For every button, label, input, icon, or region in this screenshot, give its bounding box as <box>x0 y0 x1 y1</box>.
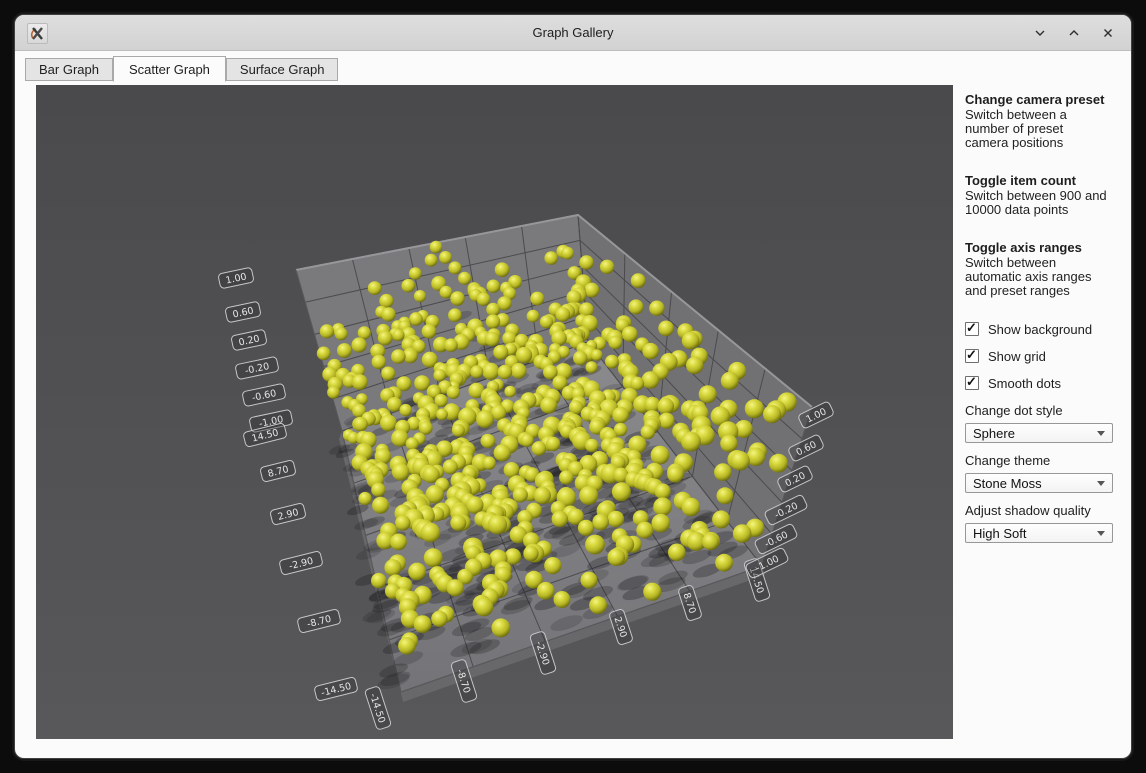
checkbox-group: ✓ Show background ✓ Show grid ✓ Smooth d… <box>965 320 1129 391</box>
checkbox-box[interactable]: ✓ <box>965 347 979 363</box>
section-description: Switch between a number of preset camera… <box>965 107 1067 150</box>
title-bar[interactable]: Graph Gallery <box>15 15 1131 51</box>
checkbox-label: Smooth dots <box>988 375 1061 391</box>
check-icon: ✓ <box>966 320 977 335</box>
close-button[interactable] <box>1095 21 1121 45</box>
section-description: Switch between 900 and 10000 data points <box>965 188 1107 217</box>
dot-style-select[interactable]: Sphere <box>965 423 1113 443</box>
tab-scatter-graph[interactable]: Scatter Graph <box>112 56 226 82</box>
app-window: Graph Gallery Bar Graph Scatter Graph Su… <box>14 14 1132 759</box>
dropdown-arrow-icon <box>1097 480 1105 486</box>
dot-style-value: Sphere <box>973 425 1015 441</box>
section-description: Switch between automatic axis ranges and… <box>965 255 1092 298</box>
checkbox-label: Show grid <box>988 348 1046 364</box>
tab-bar-graph[interactable]: Bar Graph <box>25 58 113 81</box>
axis-ranges-section: Toggle axis ranges Switch between automa… <box>965 241 1107 298</box>
section-title: Change camera preset <box>965 92 1105 107</box>
maximize-button[interactable] <box>1061 21 1087 45</box>
shadow-quality-select[interactable]: High Soft <box>965 523 1113 543</box>
dot-style-label: Change dot style <box>965 403 1063 418</box>
scatter-3d-canvas[interactable]: 1.00 0.60 0.20 -0.20 -0.60 -1.00 14.50 8.70 2.90… <box>36 85 953 739</box>
smooth-dots-checkbox[interactable]: ✓ Smooth dots <box>965 374 1129 391</box>
shadow-quality-label: Adjust shadow quality <box>965 503 1091 518</box>
checkbox-box[interactable]: ✓ <box>965 320 979 336</box>
camera-preset-section: Change camera preset Switch between a nu… <box>965 93 1107 150</box>
close-icon <box>1104 28 1112 37</box>
section-title: Toggle axis ranges <box>965 240 1082 255</box>
window-title: Graph Gallery <box>532 25 614 40</box>
checkbox-box[interactable]: ✓ <box>965 374 979 390</box>
check-icon: ✓ <box>966 347 977 362</box>
show-grid-checkbox[interactable]: ✓ Show grid <box>965 347 1129 364</box>
theme-value: Stone Moss <box>973 475 1042 491</box>
shadow-quality-value: High Soft <box>973 525 1027 541</box>
control-panel: Change camera preset Switch between a nu… <box>965 93 1129 543</box>
checkbox-label: Show background <box>988 321 1093 337</box>
chevron-up-icon <box>1069 29 1079 35</box>
minimize-button[interactable] <box>1027 21 1053 45</box>
dropdown-arrow-icon <box>1097 430 1105 436</box>
tab-surface-graph[interactable]: Surface Graph <box>225 58 339 81</box>
section-title: Toggle item count <box>965 173 1076 188</box>
theme-label: Change theme <box>965 453 1051 468</box>
show-background-checkbox[interactable]: ✓ Show background <box>965 320 1129 337</box>
dropdown-arrow-icon <box>1097 530 1105 536</box>
theme-select[interactable]: Stone Moss <box>965 473 1113 493</box>
tab-bar: Bar Graph Scatter Graph Surface Graph <box>25 55 339 82</box>
chevron-down-icon <box>1035 30 1045 36</box>
check-icon: ✓ <box>966 374 977 389</box>
item-count-section: Toggle item count Switch between 900 and… <box>965 174 1107 217</box>
